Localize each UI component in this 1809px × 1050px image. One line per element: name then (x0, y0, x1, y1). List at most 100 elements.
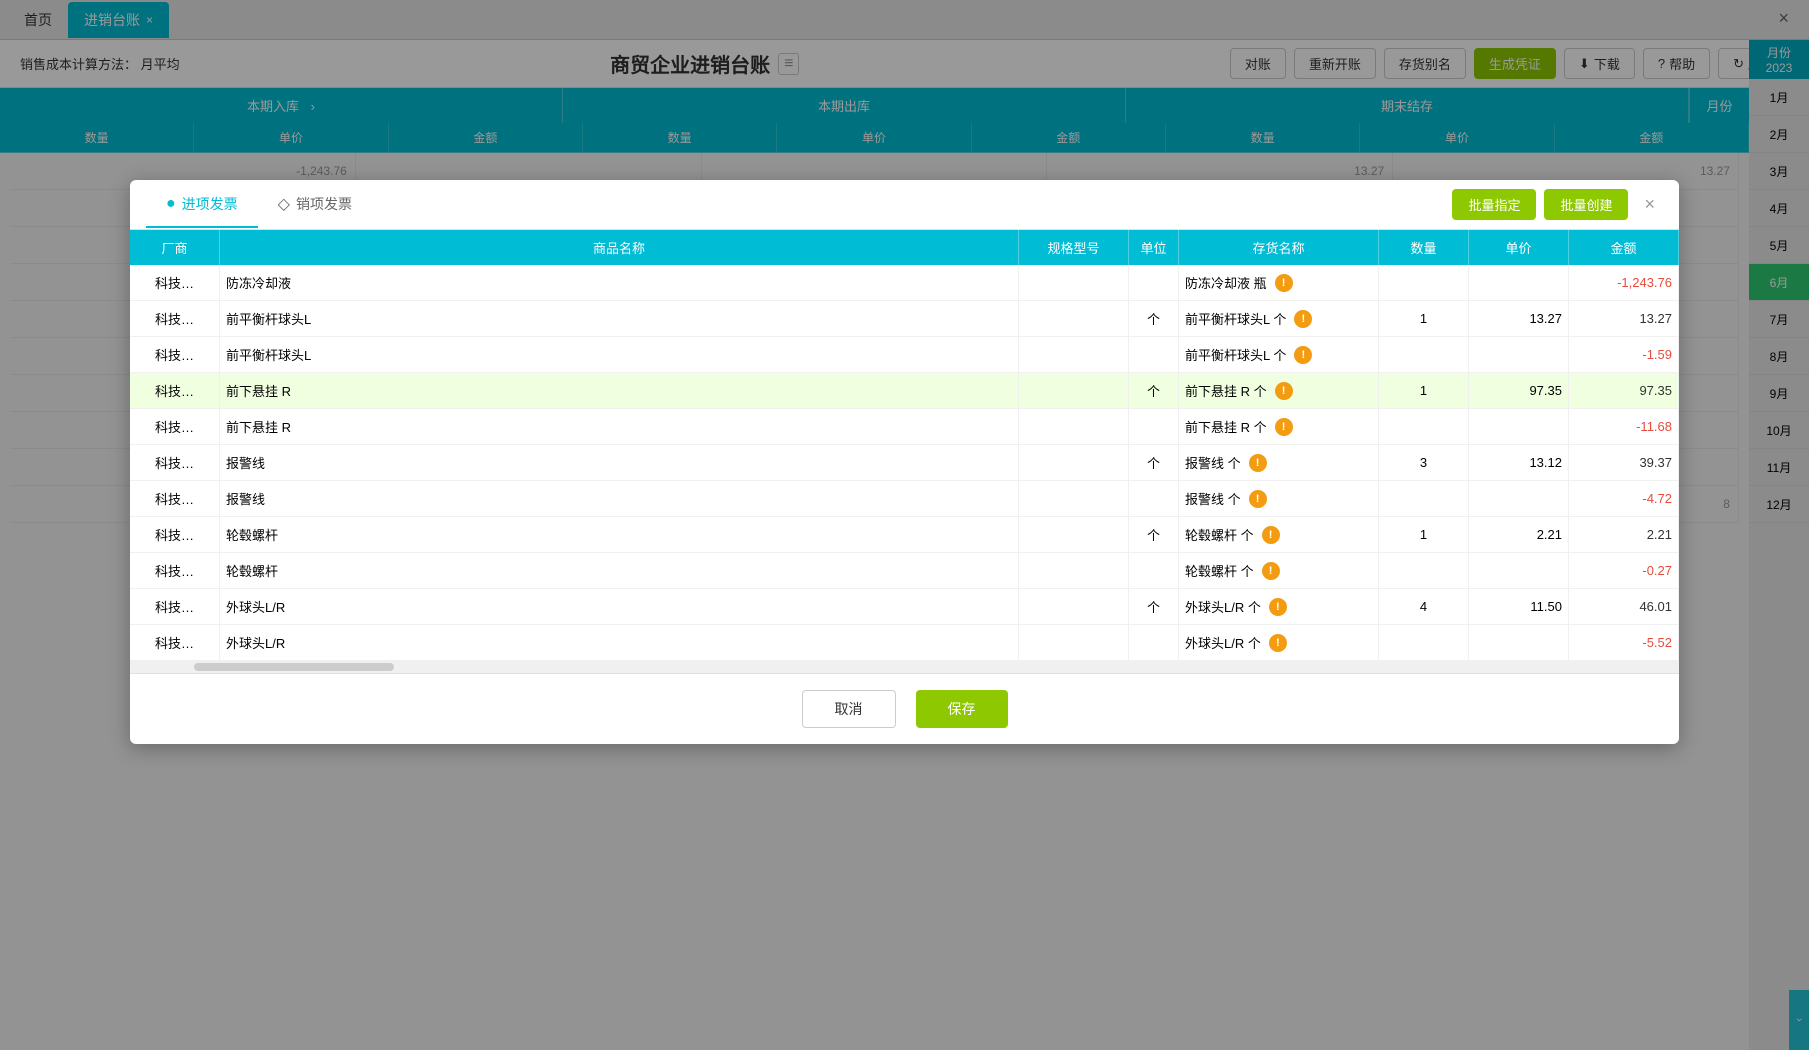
table-body: 科技… 防冻冷却液 防冻冷却液 瓶 ! -1,243.76 科技… 前平衡杆球头… (130, 265, 1679, 661)
col-amount: 金额 (1569, 230, 1679, 265)
cell-quantity (1379, 553, 1469, 588)
horizontal-scrollbar[interactable] (130, 661, 1679, 673)
cell-unit-price (1469, 625, 1569, 660)
batch-create-button[interactable]: 批量创建 (1544, 189, 1628, 220)
cell-stock-name: 轮毂螺杆 个 ! (1179, 553, 1379, 588)
cell-product-name: 轮毂螺杆 (220, 553, 1019, 588)
table-row[interactable]: 科技… 轮毂螺杆 轮毂螺杆 个 ! -0.27 (130, 553, 1679, 589)
cell-spec (1019, 301, 1129, 336)
table-row[interactable]: 科技… 前下悬挂 R 前下悬挂 R 个 ! -11.68 (130, 409, 1679, 445)
cell-product-name: 轮毂螺杆 (220, 517, 1019, 552)
cell-product-name: 外球头L/R (220, 589, 1019, 624)
cell-amount: -4.72 (1569, 481, 1679, 516)
table-header: 厂商 商品名称 规格型号 单位 存货名称 数量 单价 金额 (130, 230, 1679, 265)
col-spec: 规格型号 (1019, 230, 1129, 265)
modal-header: ● 进项发票 ◇ 销项发票 批量指定 批量创建 × (130, 180, 1679, 230)
warning-icon: ! (1249, 490, 1267, 508)
cell-unit-price (1469, 409, 1569, 444)
cell-vendor: 科技… (130, 517, 220, 552)
col-unit-price: 单价 (1469, 230, 1569, 265)
save-button[interactable]: 保存 (916, 690, 1008, 728)
cell-unit-price: 13.27 (1469, 301, 1569, 336)
cell-product-name: 报警线 (220, 445, 1019, 480)
cell-vendor: 科技… (130, 337, 220, 372)
cell-quantity (1379, 265, 1469, 300)
cell-spec (1019, 373, 1129, 408)
table-row[interactable]: 科技… 外球头L/R 外球头L/R 个 ! -5.52 (130, 625, 1679, 661)
cell-quantity: 1 (1379, 517, 1469, 552)
cell-quantity: 3 (1379, 445, 1469, 480)
warning-icon: ! (1262, 526, 1280, 544)
table-row[interactable]: 科技… 前平衡杆球头L 个 前平衡杆球头L 个 ! 1 13.27 13.27 (130, 301, 1679, 337)
cell-spec (1019, 481, 1129, 516)
modal-table: 厂商 商品名称 规格型号 单位 存货名称 数量 单价 金额 科技… 防冻冷却液 … (130, 230, 1679, 661)
cell-stock-name: 报警线 个 ! (1179, 445, 1379, 480)
cell-stock-name: 前平衡杆球头L 个 ! (1179, 337, 1379, 372)
warning-icon: ! (1269, 598, 1287, 616)
cell-product-name: 前平衡杆球头L (220, 337, 1019, 372)
tab-outgoing-invoice[interactable]: ◇ 销项发票 (258, 182, 372, 228)
cell-spec (1019, 625, 1129, 660)
cancel-button[interactable]: 取消 (802, 690, 896, 728)
cell-unit (1129, 409, 1179, 444)
cell-unit: 个 (1129, 301, 1179, 336)
table-row[interactable]: 科技… 外球头L/R 个 外球头L/R 个 ! 4 11.50 46.01 (130, 589, 1679, 625)
cell-product-name: 前平衡杆球头L (220, 301, 1019, 336)
cell-spec (1019, 409, 1129, 444)
modal-footer: 取消 保存 (130, 673, 1679, 744)
cell-vendor: 科技… (130, 265, 220, 300)
cell-spec (1019, 265, 1129, 300)
cell-unit-price (1469, 337, 1569, 372)
table-row[interactable]: 科技… 轮毂螺杆 个 轮毂螺杆 个 ! 1 2.21 2.21 (130, 517, 1679, 553)
cell-unit (1129, 625, 1179, 660)
tab-incoming-invoice[interactable]: ● 进项发票 (146, 182, 258, 228)
warning-icon: ! (1249, 454, 1267, 472)
cell-stock-name: 报警线 个 ! (1179, 481, 1379, 516)
cell-amount: -0.27 (1569, 553, 1679, 588)
cell-amount: -11.68 (1569, 409, 1679, 444)
cell-spec (1019, 337, 1129, 372)
cell-vendor: 科技… (130, 625, 220, 660)
table-row[interactable]: 科技… 前平衡杆球头L 前平衡杆球头L 个 ! -1.59 (130, 337, 1679, 373)
warning-icon: ! (1275, 274, 1293, 292)
cell-unit (1129, 481, 1179, 516)
cell-amount: 13.27 (1569, 301, 1679, 336)
table-row[interactable]: 科技… 前下悬挂 R 个 前下悬挂 R 个 ! 1 97.35 97.35 (130, 373, 1679, 409)
cell-stock-name: 外球头L/R 个 ! (1179, 589, 1379, 624)
cell-unit (1129, 265, 1179, 300)
cell-spec (1019, 589, 1129, 624)
cell-vendor: 科技… (130, 445, 220, 480)
cell-quantity (1379, 337, 1469, 372)
warning-icon: ! (1262, 562, 1280, 580)
table-row[interactable]: 科技… 报警线 报警线 个 ! -4.72 (130, 481, 1679, 517)
cell-stock-name: 外球头L/R 个 ! (1179, 625, 1379, 660)
table-row[interactable]: 科技… 防冻冷却液 防冻冷却液 瓶 ! -1,243.76 (130, 265, 1679, 301)
cell-unit-price: 2.21 (1469, 517, 1569, 552)
col-stock-name: 存货名称 (1179, 230, 1379, 265)
cell-product-name: 前下悬挂 R (220, 373, 1019, 408)
cell-quantity (1379, 625, 1469, 660)
modal-close-btn[interactable]: × (1636, 190, 1663, 219)
cell-amount: 46.01 (1569, 589, 1679, 624)
cell-amount: -5.52 (1569, 625, 1679, 660)
cell-quantity (1379, 409, 1469, 444)
cell-spec (1019, 553, 1129, 588)
col-vendor: 厂商 (130, 230, 220, 265)
cell-quantity (1379, 481, 1469, 516)
table-row[interactable]: 科技… 报警线 个 报警线 个 ! 3 13.12 39.37 (130, 445, 1679, 481)
cell-unit-price (1469, 265, 1569, 300)
cell-amount: 97.35 (1569, 373, 1679, 408)
scroll-thumb[interactable] (194, 663, 394, 671)
cell-product-name: 前下悬挂 R (220, 409, 1019, 444)
cell-vendor: 科技… (130, 373, 220, 408)
cell-amount: -1,243.76 (1569, 265, 1679, 300)
cell-unit: 个 (1129, 445, 1179, 480)
cell-quantity: 1 (1379, 373, 1469, 408)
batch-assign-button[interactable]: 批量指定 (1452, 189, 1536, 220)
cell-unit: 个 (1129, 589, 1179, 624)
cell-vendor: 科技… (130, 301, 220, 336)
warning-icon: ! (1269, 634, 1287, 652)
cell-stock-name: 前平衡杆球头L 个 ! (1179, 301, 1379, 336)
modal-dialog: ● 进项发票 ◇ 销项发票 批量指定 批量创建 × 厂商 商品名称 规格型号 单… (130, 180, 1679, 744)
modal-header-actions: 批量指定 批量创建 × (1452, 189, 1663, 220)
